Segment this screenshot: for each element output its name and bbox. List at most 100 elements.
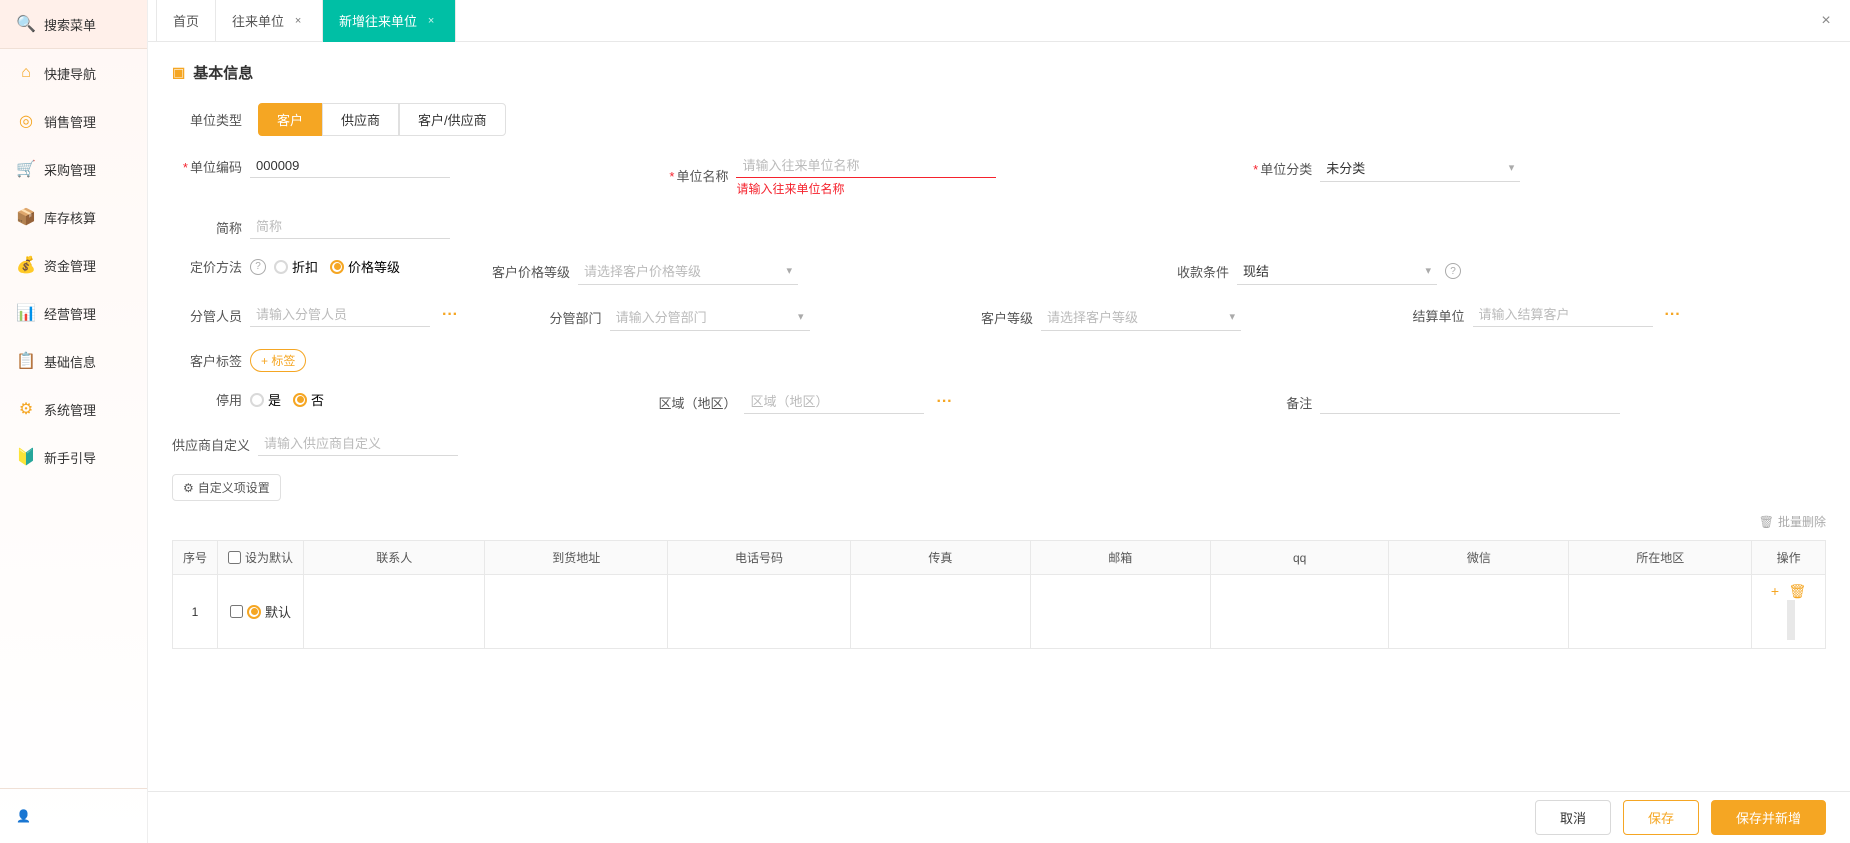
cell-region-input[interactable]: [1579, 604, 1741, 619]
sidebar-item-purchase[interactable]: 🛒 采购管理: [0, 145, 147, 193]
manager-field: 分管人员 ···: [172, 303, 532, 327]
row-delete-btn[interactable]: 🗑: [1788, 583, 1806, 599]
pricing-method-radio-group: 折扣 价格等级: [274, 257, 400, 276]
col-action: 操作: [1752, 541, 1826, 575]
customer-level-select[interactable]: 请选择客户等级 ▾: [1041, 303, 1241, 331]
radio-yes-circle: [250, 393, 264, 407]
tab-home[interactable]: 首页: [156, 0, 216, 42]
region-more-btn[interactable]: ···: [932, 393, 956, 411]
cell-qq[interactable]: [1210, 575, 1389, 649]
tab-contacts[interactable]: 往来单位 ×: [216, 0, 323, 42]
sidebar-item-search[interactable]: 🔍 搜索菜单: [0, 0, 147, 49]
system-icon: ⚙: [16, 399, 36, 419]
department-arrow: ▾: [798, 310, 804, 323]
payment-terms-help[interactable]: ?: [1445, 263, 1461, 279]
disabled-field: 停用 是 否: [172, 390, 658, 409]
sidebar-item-finance[interactable]: 💰 资金管理: [0, 241, 147, 289]
region-input[interactable]: [744, 390, 924, 414]
payment-terms-field: 收款条件 现结 ▾ ?: [1159, 257, 1826, 285]
manager-input[interactable]: [250, 303, 430, 327]
email-input[interactable]: [1041, 604, 1200, 619]
contact-input[interactable]: [314, 604, 474, 619]
sidebar-item-system[interactable]: ⚙ 系统管理: [0, 385, 147, 433]
tab-contacts-close[interactable]: ×: [290, 13, 306, 29]
wechat-input[interactable]: [1399, 604, 1558, 619]
tab-bar-close-all[interactable]: ×: [1810, 5, 1842, 37]
tab-new-contact-label: 新增往来单位: [339, 11, 417, 30]
sidebar-user[interactable]: 👤: [0, 799, 147, 833]
cell-wechat[interactable]: [1389, 575, 1569, 649]
radio-price-level[interactable]: 价格等级: [330, 257, 400, 276]
sidebar-item-guide[interactable]: 🔰 新手引导: [0, 433, 147, 481]
custom-settings-btn[interactable]: ⚙ 自定义项设置: [172, 474, 281, 501]
sidebar-item-sales[interactable]: ◎ 销售管理: [0, 97, 147, 145]
radio-no[interactable]: 否: [293, 390, 324, 409]
radio-discount[interactable]: 折扣: [274, 257, 318, 276]
customer-tag-add-btn[interactable]: + 标签: [250, 349, 306, 372]
cell-region[interactable]: [1569, 575, 1752, 649]
row-checkbox[interactable]: [230, 605, 243, 618]
sales-icon: ◎: [16, 111, 36, 131]
qq-input[interactable]: [1221, 604, 1379, 619]
department-select[interactable]: 请输入分管部门 ▾: [610, 303, 810, 331]
unit-name-label: 单位名称: [658, 166, 728, 185]
sidebar-item-inventory[interactable]: 📦 库存核算: [0, 193, 147, 241]
short-name-input[interactable]: [250, 215, 450, 239]
action-bar: 取消 保存 保存并新增: [148, 791, 1850, 843]
row-drag-handle[interactable]: [1787, 600, 1795, 640]
unit-category-value: 未分类: [1326, 158, 1504, 177]
unit-type-supplier[interactable]: 供应商: [322, 103, 399, 136]
manager-row: 分管人员 ··· 分管部门 请输入分管部门 ▾ 客户等级 请选择客户等级 ▾ 结…: [172, 303, 1826, 331]
phone-input[interactable]: [678, 604, 840, 619]
pricing-row: 定价方法 ? 折扣 价格等级 客户价格等级 请选择客户价格等级: [172, 257, 1826, 285]
unit-name-field: 单位名称 请输入往来单位名称: [658, 154, 1242, 197]
tab-new-contact-close[interactable]: ×: [423, 13, 439, 29]
unit-type-both[interactable]: 客户/供应商: [399, 103, 506, 136]
sidebar-label-purchase: 采购管理: [44, 160, 96, 179]
address-input[interactable]: [495, 604, 657, 619]
sidebar-item-management[interactable]: 📊 经营管理: [0, 289, 147, 337]
radio-no-circle: [293, 393, 307, 407]
row-add-btn[interactable]: +: [1771, 583, 1779, 599]
unit-type-customer[interactable]: 客户: [258, 103, 322, 136]
short-name-row: 简称: [172, 215, 1826, 239]
select-all-checkbox[interactable]: [228, 551, 241, 564]
batch-delete-btn[interactable]: 🗑 批量删除: [1759, 513, 1826, 530]
customer-price-level-select[interactable]: 请选择客户价格等级 ▾: [578, 257, 798, 285]
fax-input[interactable]: [861, 604, 1020, 619]
cancel-button[interactable]: 取消: [1535, 800, 1611, 835]
settlement-unit-more-btn[interactable]: ···: [1661, 306, 1685, 324]
payment-terms-label: 收款条件: [1159, 262, 1229, 281]
sidebar-item-basic-info[interactable]: 📋 基础信息: [0, 337, 147, 385]
row-default-radio[interactable]: 默认: [247, 602, 291, 621]
cell-address[interactable]: [485, 575, 668, 649]
row-default-label: 默认: [265, 602, 291, 621]
supplier-custom-input[interactable]: [258, 432, 458, 456]
tab-new-contact[interactable]: 新增往来单位 ×: [323, 0, 456, 42]
pricing-method-help[interactable]: ?: [250, 259, 266, 275]
customer-tag-field: 客户标签 + 标签: [172, 349, 1826, 372]
cell-phone[interactable]: [668, 575, 851, 649]
unit-code-input[interactable]: [250, 154, 450, 178]
region-label: 区域（地区）: [658, 393, 736, 412]
col-default: 设为默认: [218, 541, 304, 575]
save-button[interactable]: 保存: [1623, 800, 1699, 835]
unit-name-input[interactable]: [736, 154, 996, 178]
settlement-unit-input[interactable]: [1473, 303, 1653, 327]
payment-terms-select[interactable]: 现结 ▾: [1237, 257, 1437, 285]
manager-more-btn[interactable]: ···: [438, 306, 462, 324]
cell-fax[interactable]: [850, 575, 1030, 649]
pricing-method-label: 定价方法: [172, 257, 242, 276]
radio-yes-label: 是: [268, 390, 281, 409]
remarks-input[interactable]: [1320, 390, 1620, 414]
col-fax: 传真: [850, 541, 1030, 575]
col-qq: qq: [1210, 541, 1389, 575]
custom-settings-label: 自定义项设置: [198, 479, 270, 496]
unit-category-arrow: ▾: [1509, 161, 1515, 174]
cell-contact[interactable]: [304, 575, 485, 649]
sidebar-item-quick-nav[interactable]: ⌂ 快捷导航: [0, 49, 147, 97]
save-and-new-button[interactable]: 保存并新增: [1711, 800, 1826, 835]
cell-email[interactable]: [1030, 575, 1210, 649]
unit-category-select[interactable]: 未分类 ▾: [1320, 154, 1520, 182]
radio-yes[interactable]: 是: [250, 390, 281, 409]
